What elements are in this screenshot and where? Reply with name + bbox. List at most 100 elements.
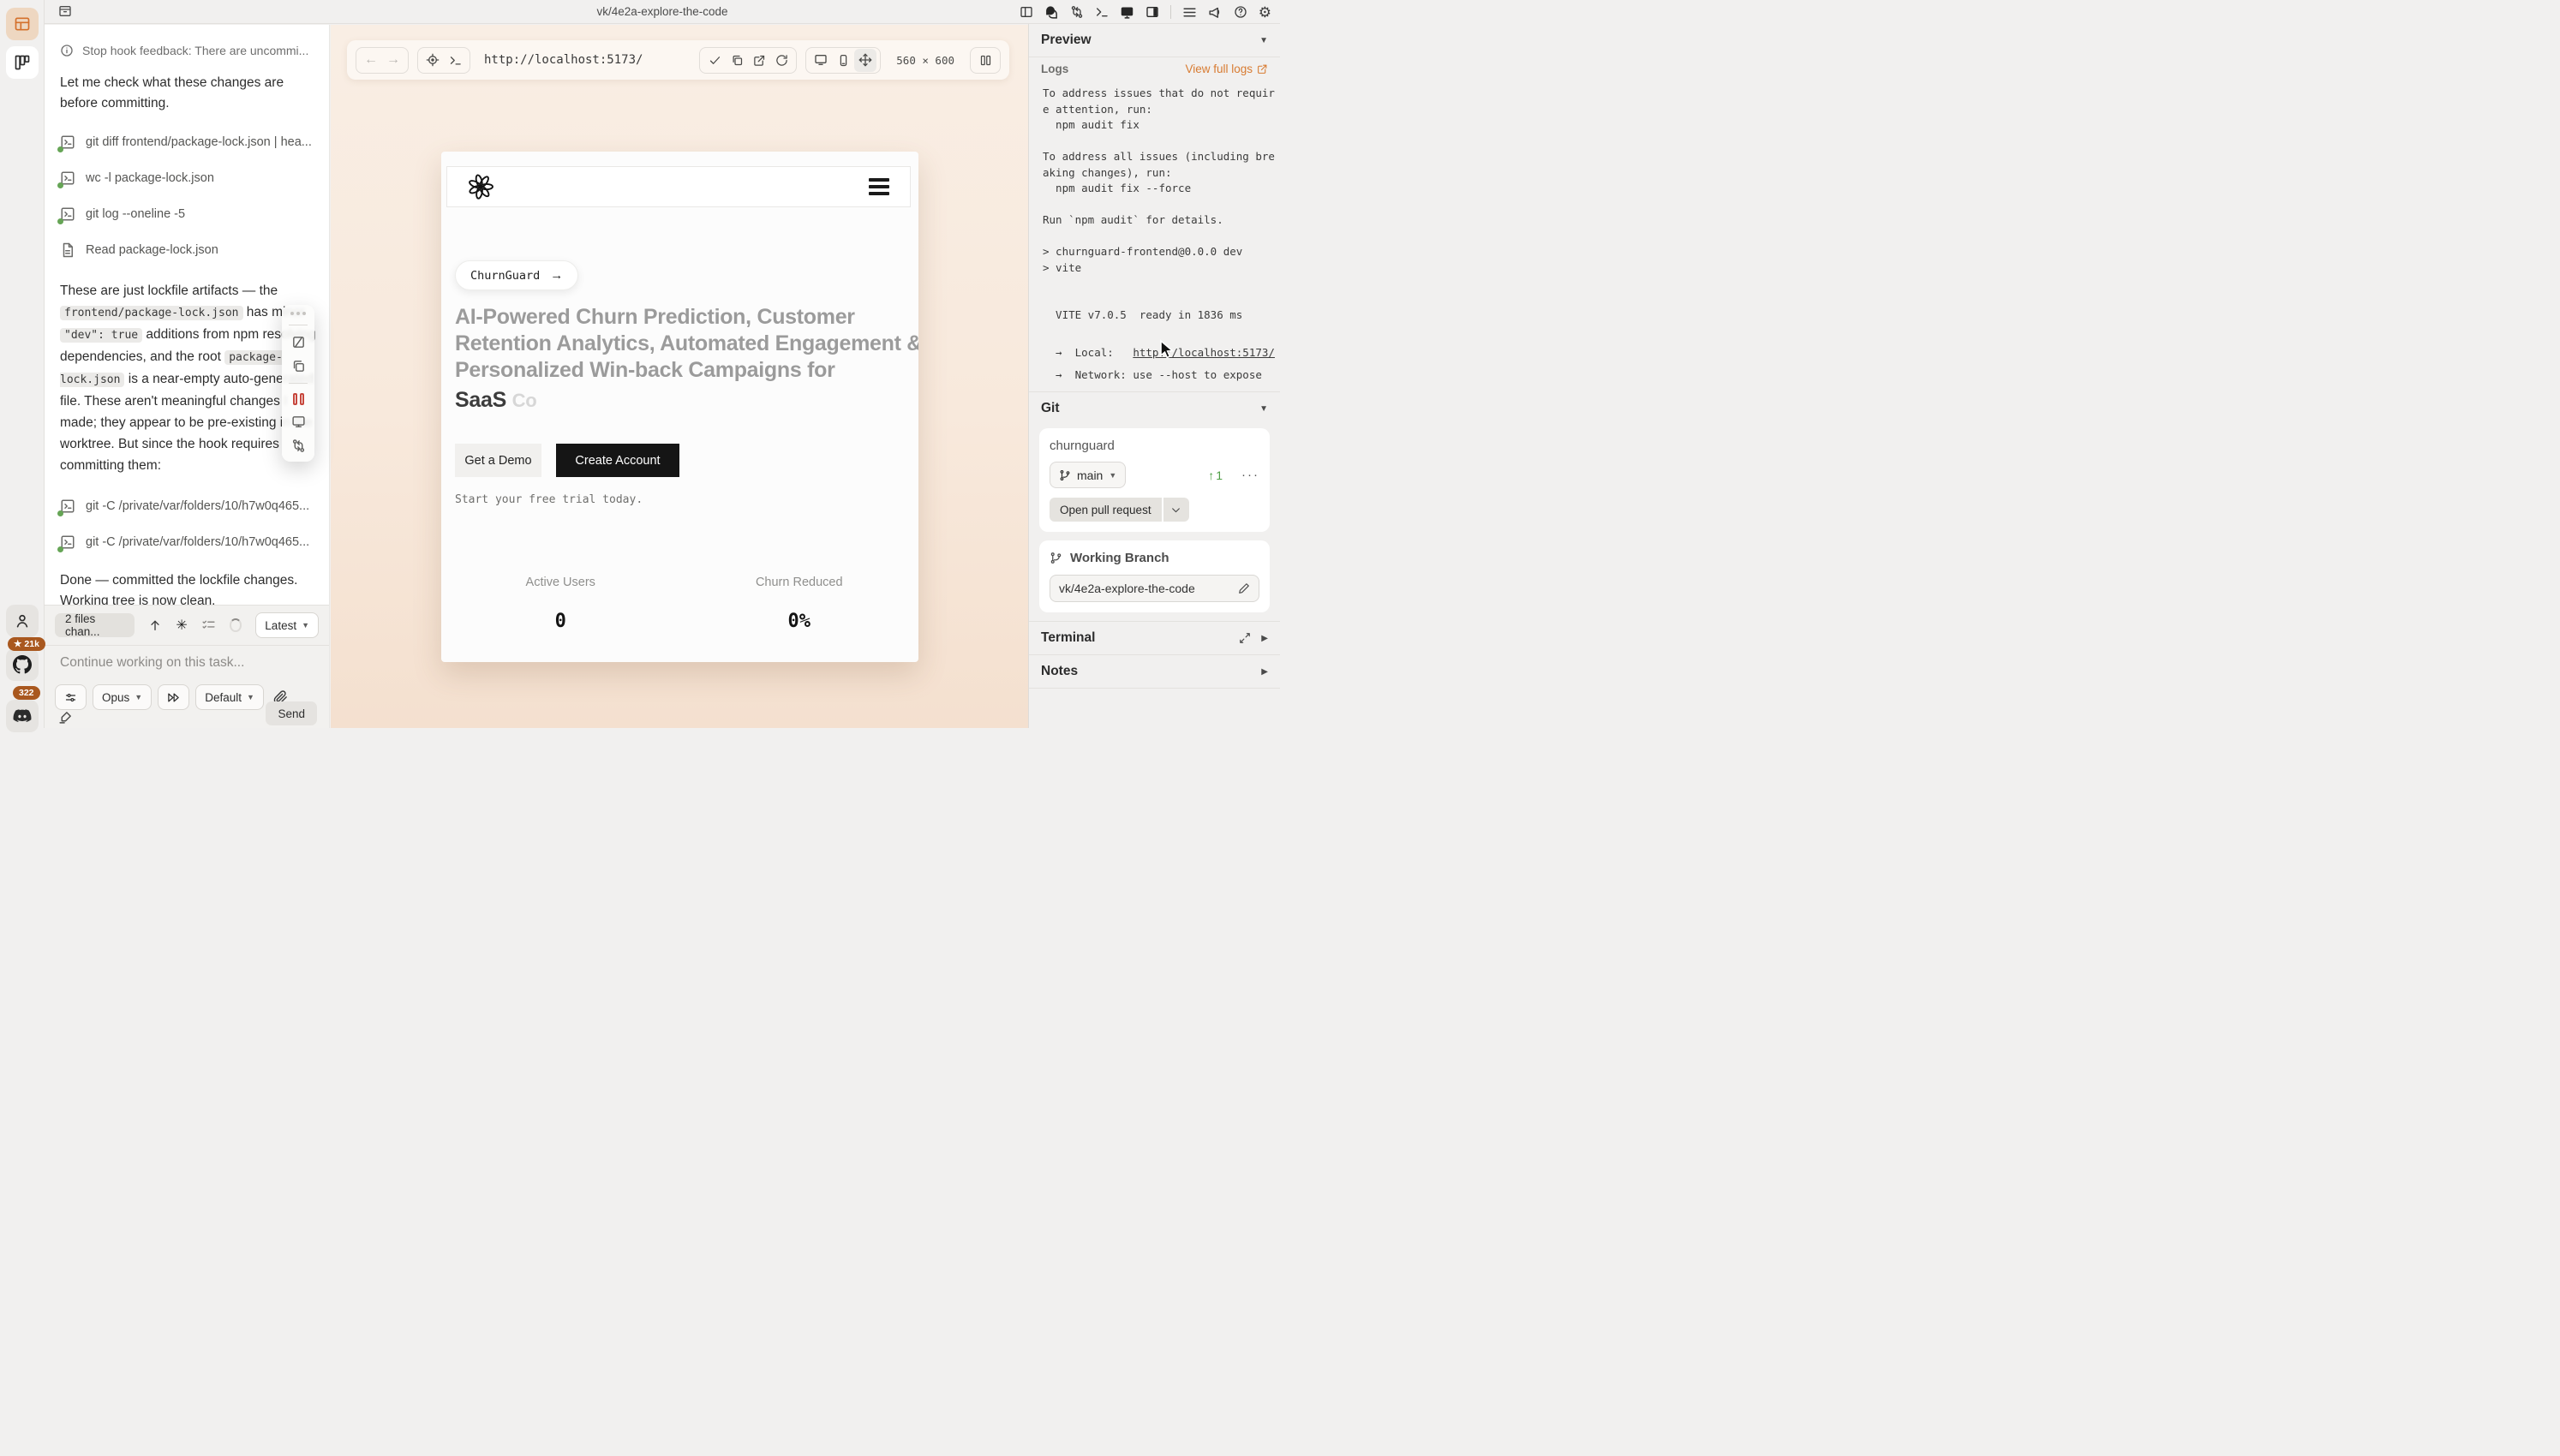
- page-tagline: Start your free trial today.: [455, 493, 643, 506]
- terminal-icon[interactable]: [1095, 5, 1109, 19]
- tool-call-row[interactable]: Read package-lock.json: [60, 242, 314, 258]
- expand-right-icon: ▶: [1261, 667, 1268, 677]
- discord-icon: [13, 707, 32, 725]
- panel-right-icon[interactable]: [1145, 5, 1159, 19]
- url-field[interactable]: http://localhost:5173/: [484, 53, 691, 67]
- logs-label: Logs: [1041, 63, 1068, 75]
- tool-call-row[interactable]: git diff frontend/package-lock.json | he…: [60, 134, 314, 150]
- highlighter-icon[interactable]: [58, 710, 73, 725]
- assistant-message: Done — committed the lockfile changes. W…: [60, 570, 317, 605]
- divider: [1170, 5, 1171, 19]
- mode-dropdown[interactable]: Default▼: [195, 684, 264, 710]
- forward-button[interactable]: →: [382, 49, 404, 72]
- menu-icon[interactable]: [1182, 5, 1197, 20]
- terminal-box-icon: [60, 134, 75, 150]
- split-columns-icon-active[interactable]: [293, 393, 304, 405]
- tool-call-row[interactable]: git -C /private/var/folders/10/h7w0q465.…: [60, 534, 314, 550]
- copy-icon[interactable]: [291, 359, 306, 373]
- success-dot: [57, 510, 63, 516]
- open-external-icon[interactable]: [748, 49, 770, 72]
- refresh-icon[interactable]: [770, 49, 793, 72]
- desktop-icon[interactable]: [810, 49, 832, 72]
- terminal-box-icon: [60, 206, 75, 222]
- fast-forward-button[interactable]: [158, 684, 189, 710]
- model-dropdown[interactable]: Opus▼: [93, 684, 152, 710]
- settings-sliders-button[interactable]: [55, 684, 87, 710]
- panel-left-icon[interactable]: [1020, 5, 1033, 19]
- browser-toolbar: ← → http://localhost:5173/ 560 × 600: [347, 40, 1009, 80]
- stat-active-users: Active Users 0: [441, 576, 680, 632]
- monitor-icon[interactable]: [291, 415, 306, 429]
- discord-button[interactable]: [6, 700, 39, 732]
- console-icon[interactable]: [444, 49, 466, 72]
- open-pr-button[interactable]: Open pull request: [1050, 498, 1162, 522]
- edit-note-icon[interactable]: [291, 335, 306, 349]
- mouse-cursor: [1158, 339, 1177, 360]
- workspace-tab-active[interactable]: [6, 8, 39, 40]
- tool-call-row[interactable]: wc -l package-lock.json: [60, 170, 314, 186]
- floating-toolbar[interactable]: [282, 305, 314, 462]
- git-repo-card: churnguard main ▼ ↑ 1 ··· Open pull requ…: [1039, 428, 1270, 532]
- inspect-buttons: [417, 47, 470, 74]
- resize-move-icon[interactable]: [854, 49, 876, 72]
- pr-options-button[interactable]: [1163, 498, 1189, 522]
- edit-pencil-icon[interactable]: [1238, 582, 1250, 594]
- working-branch-input[interactable]: vk/4e2a-explore-the-code: [1050, 575, 1259, 602]
- help-icon[interactable]: [1234, 5, 1247, 19]
- branch-dropdown[interactable]: main ▼: [1050, 462, 1126, 488]
- expand-icon[interactable]: [1239, 632, 1251, 644]
- kanban-tab[interactable]: [6, 46, 39, 79]
- hook-feedback-banner[interactable]: Stop hook feedback: There are uncommi...: [60, 44, 314, 57]
- git-menu-button[interactable]: ···: [1241, 468, 1259, 482]
- page-menu-icon[interactable]: [869, 178, 889, 195]
- copy-icon[interactable]: [726, 49, 748, 72]
- git-branch-icon: [1050, 552, 1062, 564]
- notes-section-header[interactable]: Notes ▶: [1029, 654, 1280, 689]
- git-section-header[interactable]: Git ▼: [1029, 392, 1280, 425]
- device-buttons: [805, 47, 881, 74]
- drag-handle-icon[interactable]: [290, 312, 306, 315]
- megaphone-icon[interactable]: [1208, 5, 1223, 20]
- github-button[interactable]: [6, 648, 39, 681]
- target-icon[interactable]: [422, 49, 444, 72]
- terminal-section-header[interactable]: Terminal ▶: [1029, 621, 1280, 654]
- sparkle-icon[interactable]: ✳: [176, 617, 187, 634]
- view-full-logs-link[interactable]: View full logs: [1185, 63, 1268, 75]
- checklist-icon[interactable]: [201, 618, 216, 633]
- chevron-down-icon: ▼: [302, 621, 309, 630]
- send-button[interactable]: Send: [266, 701, 317, 725]
- chat-bubble-icon[interactable]: [1044, 5, 1059, 20]
- open-external-icon: [1257, 63, 1268, 75]
- collapse-icon: ▼: [1259, 36, 1268, 45]
- check-icon[interactable]: [703, 49, 726, 72]
- page-badge[interactable]: ChurnGuard→: [455, 260, 578, 290]
- preview-section-header[interactable]: Preview ▼: [1029, 24, 1280, 57]
- mobile-icon[interactable]: [832, 49, 854, 72]
- collapse-icon: ▼: [1259, 404, 1268, 414]
- back-button[interactable]: ←: [360, 49, 382, 72]
- layout-buttons: [970, 47, 1001, 74]
- tool-call-row[interactable]: git log --oneline -5: [60, 206, 314, 222]
- stat-churn-reduced: Churn Reduced 0%: [680, 576, 919, 632]
- git-compare-icon[interactable]: [291, 439, 306, 453]
- chevron-down-icon: ▼: [135, 693, 142, 701]
- rendered-page: ChurnGuard→ AI-Powered Churn Prediction,…: [441, 152, 918, 662]
- get-demo-button[interactable]: Get a Demo: [455, 444, 541, 477]
- file-icon: [60, 242, 75, 258]
- titlebar: vk/4e2a-explore-the-code ⚙: [45, 0, 1280, 24]
- log-output[interactable]: To address issues that do not requir e a…: [1029, 79, 1280, 391]
- monitor-icon[interactable]: [1120, 5, 1134, 20]
- split-columns-icon[interactable]: [974, 49, 996, 72]
- chat-input[interactable]: Continue working on this task...: [60, 655, 244, 671]
- github-stars-badge: ★21k: [8, 637, 45, 651]
- local-url-link[interactable]: http://localhost:5173/: [1133, 346, 1275, 359]
- tool-call-row[interactable]: git -C /private/var/folders/10/h7w0q465.…: [60, 498, 314, 514]
- latest-dropdown[interactable]: Latest▼: [255, 612, 319, 638]
- create-account-button[interactable]: Create Account: [556, 444, 679, 477]
- files-changed-button[interactable]: 2 files chan...: [55, 613, 135, 637]
- git-compare-icon[interactable]: [1070, 5, 1084, 19]
- scroll-up-icon[interactable]: [148, 618, 162, 632]
- gear-icon[interactable]: ⚙: [1259, 5, 1271, 20]
- page-navbar: [446, 166, 911, 207]
- account-button[interactable]: [6, 605, 39, 637]
